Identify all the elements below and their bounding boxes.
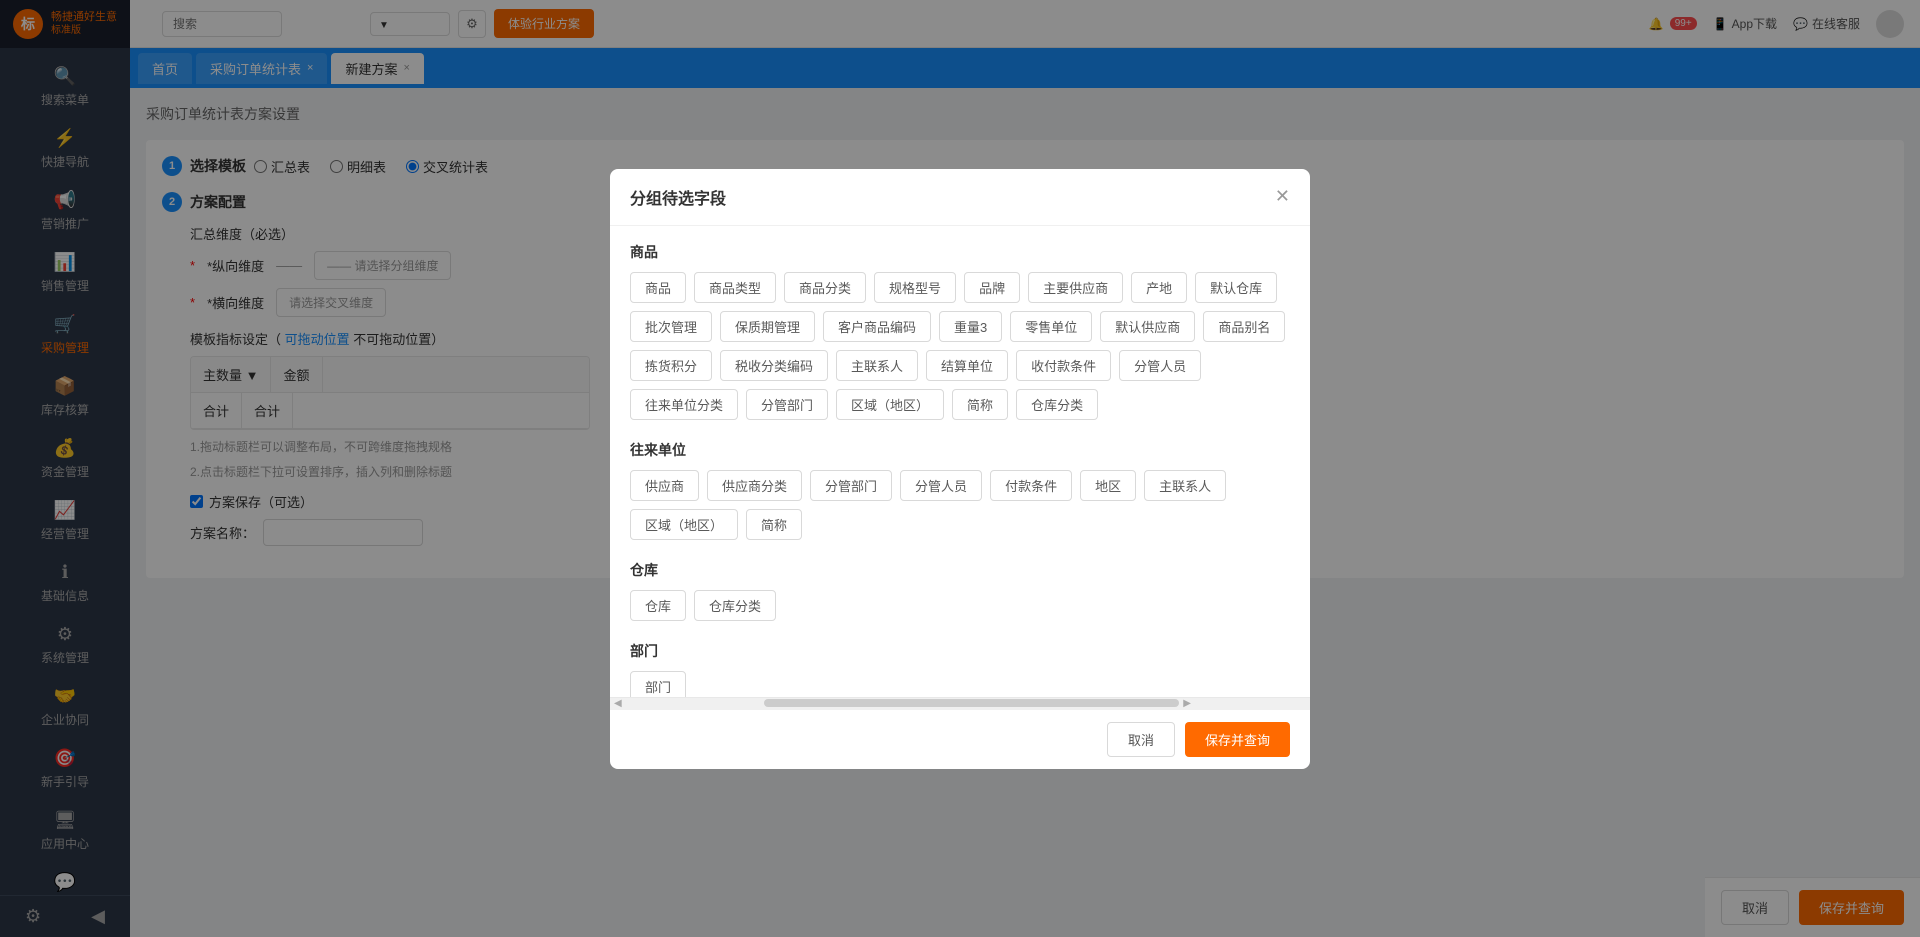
dialog-close-button[interactable]: ✕ (1275, 186, 1290, 207)
field-tag-0-19[interactable]: 收付款条件 (1016, 350, 1111, 381)
field-tag-0-6[interactable]: 产地 (1131, 272, 1187, 303)
field-tag-1-3[interactable]: 分管人员 (900, 470, 982, 501)
field-section-2: 仓库仓库仓库分类 (630, 560, 1290, 621)
field-tag-0-24[interactable]: 简称 (952, 389, 1008, 420)
field-tag-1-0[interactable]: 供应商 (630, 470, 699, 501)
field-section-0: 商品商品商品类型商品分类规格型号品牌主要供应商产地默认仓库批次管理保质期管理客户… (630, 242, 1290, 420)
field-section-title-0: 商品 (630, 242, 1290, 262)
field-section-title-3: 部门 (630, 641, 1290, 661)
field-section-title-1: 往来单位 (630, 440, 1290, 460)
field-tags-3: 部门 (630, 671, 1290, 697)
field-tag-0-18[interactable]: 结算单位 (926, 350, 1008, 381)
field-tag-2-1[interactable]: 仓库分类 (694, 590, 776, 621)
field-tag-1-4[interactable]: 付款条件 (990, 470, 1072, 501)
field-tags-0: 商品商品类型商品分类规格型号品牌主要供应商产地默认仓库批次管理保质期管理客户商品… (630, 272, 1290, 420)
field-tag-0-11[interactable]: 重量3 (939, 311, 1002, 342)
field-tag-2-0[interactable]: 仓库 (630, 590, 686, 621)
field-section-title-2: 仓库 (630, 560, 1290, 580)
field-tag-0-22[interactable]: 分管部门 (746, 389, 828, 420)
field-tag-0-14[interactable]: 商品别名 (1203, 311, 1285, 342)
field-tag-1-1[interactable]: 供应商分类 (707, 470, 802, 501)
field-tag-1-6[interactable]: 主联系人 (1144, 470, 1226, 501)
field-tag-3-0[interactable]: 部门 (630, 671, 686, 697)
field-tag-1-2[interactable]: 分管部门 (810, 470, 892, 501)
field-tag-0-8[interactable]: 批次管理 (630, 311, 712, 342)
field-tag-0-9[interactable]: 保质期管理 (720, 311, 815, 342)
modal-overlay: 分组待选字段 ✕ 商品商品商品类型商品分类规格型号品牌主要供应商产地默认仓库批次… (0, 0, 1920, 937)
field-tag-0-12[interactable]: 零售单位 (1010, 311, 1092, 342)
dialog-save-button[interactable]: 保存并查询 (1185, 722, 1290, 757)
field-tag-0-0[interactable]: 商品 (630, 272, 686, 303)
dialog-horizontal-scrollbar[interactable]: ◀ ▶ (610, 697, 1310, 709)
hscroll-thumb[interactable] (764, 699, 1179, 707)
field-tag-0-23[interactable]: 区域（地区） (836, 389, 944, 420)
field-tag-1-8[interactable]: 简称 (746, 509, 802, 540)
field-tag-0-17[interactable]: 主联系人 (836, 350, 918, 381)
field-tag-0-1[interactable]: 商品类型 (694, 272, 776, 303)
field-tag-0-15[interactable]: 拣货积分 (630, 350, 712, 381)
field-tags-1: 供应商供应商分类分管部门分管人员付款条件地区主联系人区域（地区） 简称 (630, 470, 1290, 540)
field-section-3: 部门部门 (630, 641, 1290, 697)
field-tag-0-2[interactable]: 商品分类 (784, 272, 866, 303)
field-tag-0-5[interactable]: 主要供应商 (1028, 272, 1123, 303)
field-tag-0-4[interactable]: 品牌 (964, 272, 1020, 303)
dialog-cancel-button[interactable]: 取消 (1107, 722, 1175, 757)
field-tag-1-7[interactable]: 区域（地区） (630, 509, 738, 540)
field-tag-0-16[interactable]: 税收分类编码 (720, 350, 828, 381)
dialog: 分组待选字段 ✕ 商品商品商品类型商品分类规格型号品牌主要供应商产地默认仓库批次… (610, 169, 1310, 769)
field-tag-0-25[interactable]: 仓库分类 (1016, 389, 1098, 420)
field-section-1: 往来单位供应商供应商分类分管部门分管人员付款条件地区主联系人区域（地区） 简称 (630, 440, 1290, 540)
dialog-title: 分组待选字段 (630, 185, 726, 209)
field-tag-0-10[interactable]: 客户商品编码 (823, 311, 931, 342)
field-tag-0-7[interactable]: 默认仓库 (1195, 272, 1277, 303)
field-tag-0-20[interactable]: 分管人员 (1119, 350, 1201, 381)
field-tag-0-3[interactable]: 规格型号 (874, 272, 956, 303)
dialog-footer: 取消 保存并查询 (610, 709, 1310, 769)
dialog-header: 分组待选字段 ✕ (610, 169, 1310, 226)
field-tag-1-5[interactable]: 地区 (1080, 470, 1136, 501)
field-tags-2: 仓库仓库分类 (630, 590, 1290, 621)
field-tag-0-13[interactable]: 默认供应商 (1100, 311, 1195, 342)
field-tag-0-21[interactable]: 往来单位分类 (630, 389, 738, 420)
dialog-body: 商品商品商品类型商品分类规格型号品牌主要供应商产地默认仓库批次管理保质期管理客户… (610, 226, 1310, 697)
